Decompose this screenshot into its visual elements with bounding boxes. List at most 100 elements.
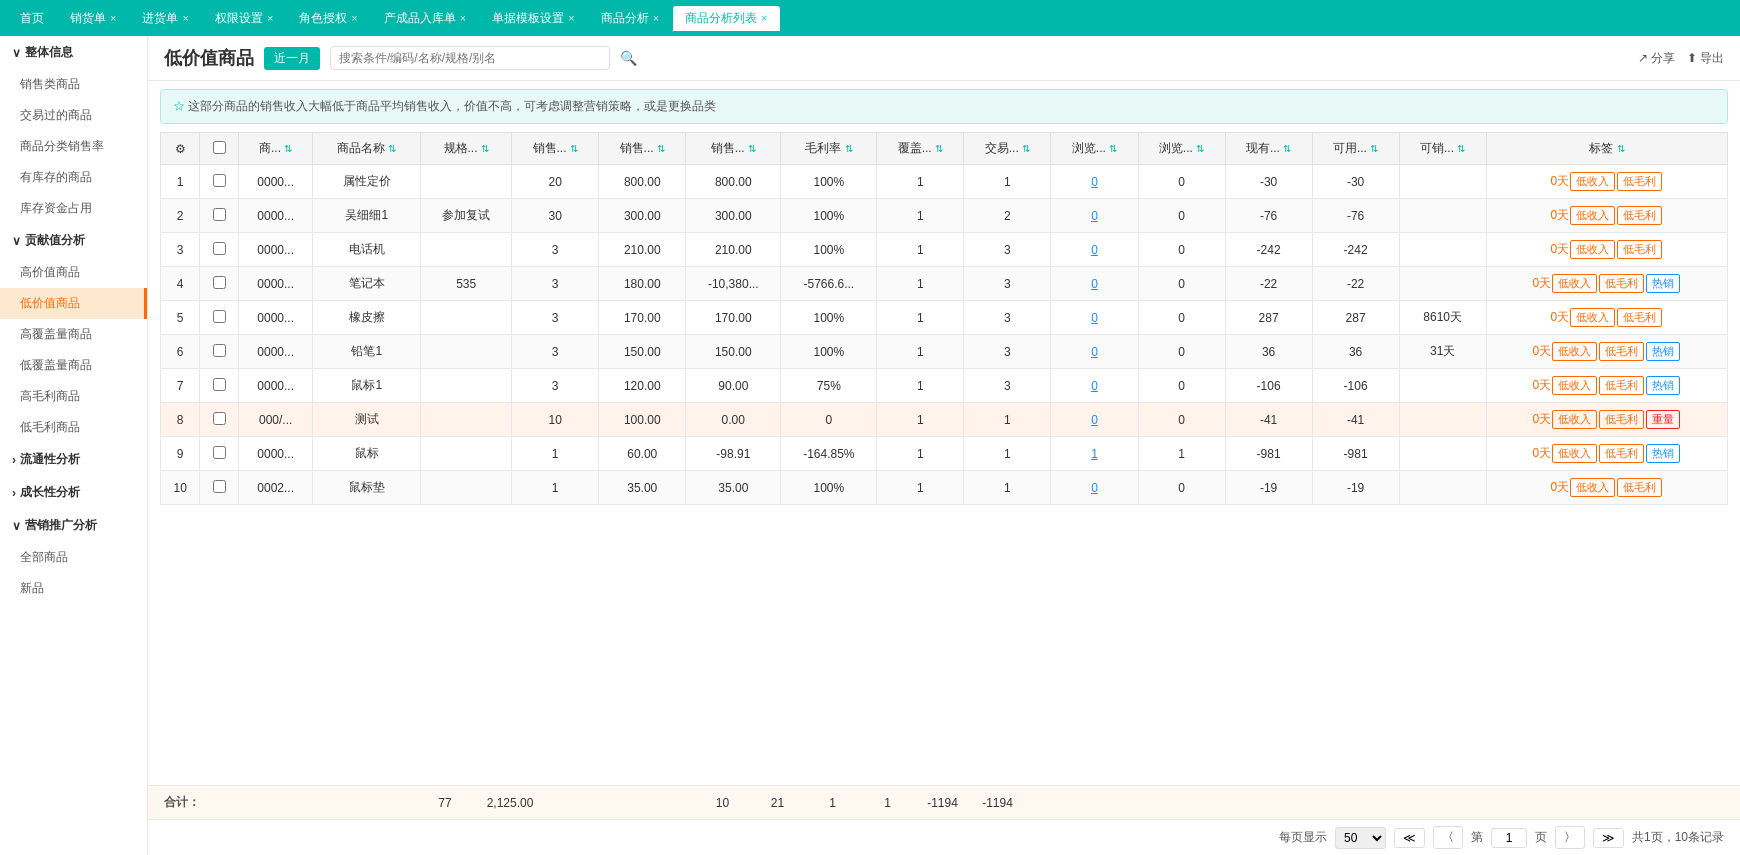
- col-settings[interactable]: ⚙: [161, 133, 200, 165]
- row-index: 9: [161, 437, 200, 471]
- row-code: 0000...: [239, 165, 313, 199]
- nav-permission[interactable]: 权限设置 ×: [203, 6, 285, 31]
- row-browse1[interactable]: 0: [1051, 233, 1138, 267]
- row-checkbox[interactable]: [200, 165, 239, 199]
- row-browse1[interactable]: 0: [1051, 165, 1138, 199]
- nav-goods-analysis-list[interactable]: 商品分析列表 ×: [673, 6, 779, 31]
- share-button[interactable]: ↗ 分享: [1638, 50, 1675, 67]
- search-icon[interactable]: 🔍: [620, 50, 637, 66]
- row-gross-rate: -5766.6...: [781, 267, 877, 301]
- row-sales-amt2: 800.00: [686, 165, 781, 199]
- sidebar-group-growth[interactable]: › 成长性分析: [0, 476, 147, 509]
- row-tags: 0天低收入低毛利: [1486, 165, 1727, 199]
- col-code[interactable]: 商... ⇅: [239, 133, 313, 165]
- col-tags[interactable]: 标签 ⇅: [1486, 133, 1727, 165]
- sidebar-item-low-coverage[interactable]: 低覆盖量商品: [0, 350, 147, 381]
- close-icon[interactable]: ×: [267, 12, 273, 24]
- nav-home[interactable]: 首页: [8, 6, 56, 31]
- sidebar-item-high-margin[interactable]: 高毛利商品: [0, 381, 147, 412]
- row-browse1[interactable]: 0: [1051, 301, 1138, 335]
- current-page-input[interactable]: [1491, 828, 1527, 848]
- per-page-select[interactable]: 50 100: [1335, 827, 1386, 849]
- row-name: 橡皮擦: [313, 301, 421, 335]
- sidebar-item-stock-capital[interactable]: 库存资金占用: [0, 193, 147, 224]
- sidebar-group-contribution[interactable]: ∨ 贡献值分析: [0, 224, 147, 257]
- sidebar-item-low-margin[interactable]: 低毛利商品: [0, 412, 147, 443]
- prev-page-button[interactable]: 〈: [1433, 826, 1463, 849]
- close-icon[interactable]: ×: [568, 12, 574, 24]
- date-filter-button[interactable]: 近一月: [264, 47, 320, 70]
- export-button[interactable]: ⬆ 导出: [1687, 50, 1724, 67]
- close-icon[interactable]: ×: [653, 12, 659, 24]
- col-coverage[interactable]: 覆盖... ⇅: [877, 133, 964, 165]
- select-all-checkbox[interactable]: [213, 141, 226, 154]
- col-gross-rate[interactable]: 毛利率 ⇅: [781, 133, 877, 165]
- row-browse1[interactable]: 0: [1051, 199, 1138, 233]
- close-icon[interactable]: ×: [182, 12, 188, 24]
- nav-purchase-order[interactable]: 进货单 ×: [130, 6, 200, 31]
- search-input[interactable]: [330, 46, 610, 70]
- first-page-button[interactable]: ≪: [1394, 828, 1425, 848]
- col-trade[interactable]: 交易... ⇅: [964, 133, 1051, 165]
- close-icon[interactable]: ×: [351, 12, 357, 24]
- sidebar-item-all-goods[interactable]: 全部商品: [0, 542, 147, 573]
- nav-role-auth[interactable]: 角色授权 ×: [287, 6, 369, 31]
- col-spec[interactable]: 规格... ⇅: [421, 133, 512, 165]
- row-checkbox[interactable]: [200, 403, 239, 437]
- sidebar-item-stocked-goods[interactable]: 有库存的商品: [0, 162, 147, 193]
- row-tags: 0天低收入低毛利: [1486, 199, 1727, 233]
- sidebar-item-high-value[interactable]: 高价值商品: [0, 257, 147, 288]
- nav-sales-order[interactable]: 销货单 ×: [58, 6, 128, 31]
- col-stock[interactable]: 现有... ⇅: [1225, 133, 1312, 165]
- sidebar-item-category-sales[interactable]: 商品分类销售率: [0, 131, 147, 162]
- row-checkbox[interactable]: [200, 437, 239, 471]
- row-sellable: [1399, 199, 1486, 233]
- row-browse1[interactable]: 0: [1051, 335, 1138, 369]
- close-icon[interactable]: ×: [761, 12, 767, 24]
- row-gross-rate: 75%: [781, 369, 877, 403]
- col-sales-qty[interactable]: 销售... ⇅: [512, 133, 599, 165]
- row-checkbox[interactable]: [200, 233, 239, 267]
- col-sellable[interactable]: 可销... ⇅: [1399, 133, 1486, 165]
- row-browse1[interactable]: 0: [1051, 471, 1138, 505]
- sidebar-item-low-value[interactable]: 低价值商品: [0, 288, 147, 319]
- row-checkbox[interactable]: [200, 199, 239, 233]
- sidebar-item-high-coverage[interactable]: 高覆盖量商品: [0, 319, 147, 350]
- row-browse1[interactable]: 0: [1051, 369, 1138, 403]
- close-icon[interactable]: ×: [110, 12, 116, 24]
- sidebar-item-traded-goods[interactable]: 交易过的商品: [0, 100, 147, 131]
- row-checkbox[interactable]: [200, 301, 239, 335]
- col-sales-amt2[interactable]: 销售... ⇅: [686, 133, 781, 165]
- sidebar-group-marketing[interactable]: ∨ 营销推广分析: [0, 509, 147, 542]
- col-checkbox[interactable]: [200, 133, 239, 165]
- nav-finished-goods[interactable]: 产成品入库单 ×: [372, 6, 478, 31]
- close-icon[interactable]: ×: [460, 12, 466, 24]
- row-index: 5: [161, 301, 200, 335]
- row-browse1[interactable]: 0: [1051, 403, 1138, 437]
- col-sales-amt[interactable]: 销售... ⇅: [599, 133, 686, 165]
- row-sellable: [1399, 267, 1486, 301]
- col-browse2[interactable]: 浏览... ⇅: [1138, 133, 1225, 165]
- sidebar-group-liquidity[interactable]: › 流通性分析: [0, 443, 147, 476]
- row-code: 0000...: [239, 437, 313, 471]
- col-avail[interactable]: 可用... ⇅: [1312, 133, 1399, 165]
- sidebar-item-new-goods[interactable]: 新品: [0, 573, 147, 604]
- sidebar-item-sales-goods[interactable]: 销售类商品: [0, 69, 147, 100]
- last-page-button[interactable]: ≫: [1593, 828, 1624, 848]
- row-checkbox[interactable]: [200, 267, 239, 301]
- sidebar-group-overview[interactable]: ∨ 整体信息: [0, 36, 147, 69]
- row-browse1[interactable]: 1: [1051, 437, 1138, 471]
- nav-template[interactable]: 单据模板设置 ×: [480, 6, 586, 31]
- col-name[interactable]: 商品名称 ⇅: [313, 133, 421, 165]
- row-browse1[interactable]: 0: [1051, 267, 1138, 301]
- next-page-button[interactable]: 〉: [1555, 826, 1585, 849]
- row-avail: -242: [1312, 233, 1399, 267]
- row-checkbox[interactable]: [200, 335, 239, 369]
- nav-goods-analysis[interactable]: 商品分析 ×: [589, 6, 671, 31]
- content-header: 低价值商品 近一月 🔍 ↗ 分享 ⬆ 导出: [148, 36, 1740, 81]
- row-sales-qty: 20: [512, 165, 599, 199]
- col-browse1[interactable]: 浏览... ⇅: [1051, 133, 1138, 165]
- row-browse2: 0: [1138, 165, 1225, 199]
- row-checkbox[interactable]: [200, 471, 239, 505]
- row-checkbox[interactable]: [200, 369, 239, 403]
